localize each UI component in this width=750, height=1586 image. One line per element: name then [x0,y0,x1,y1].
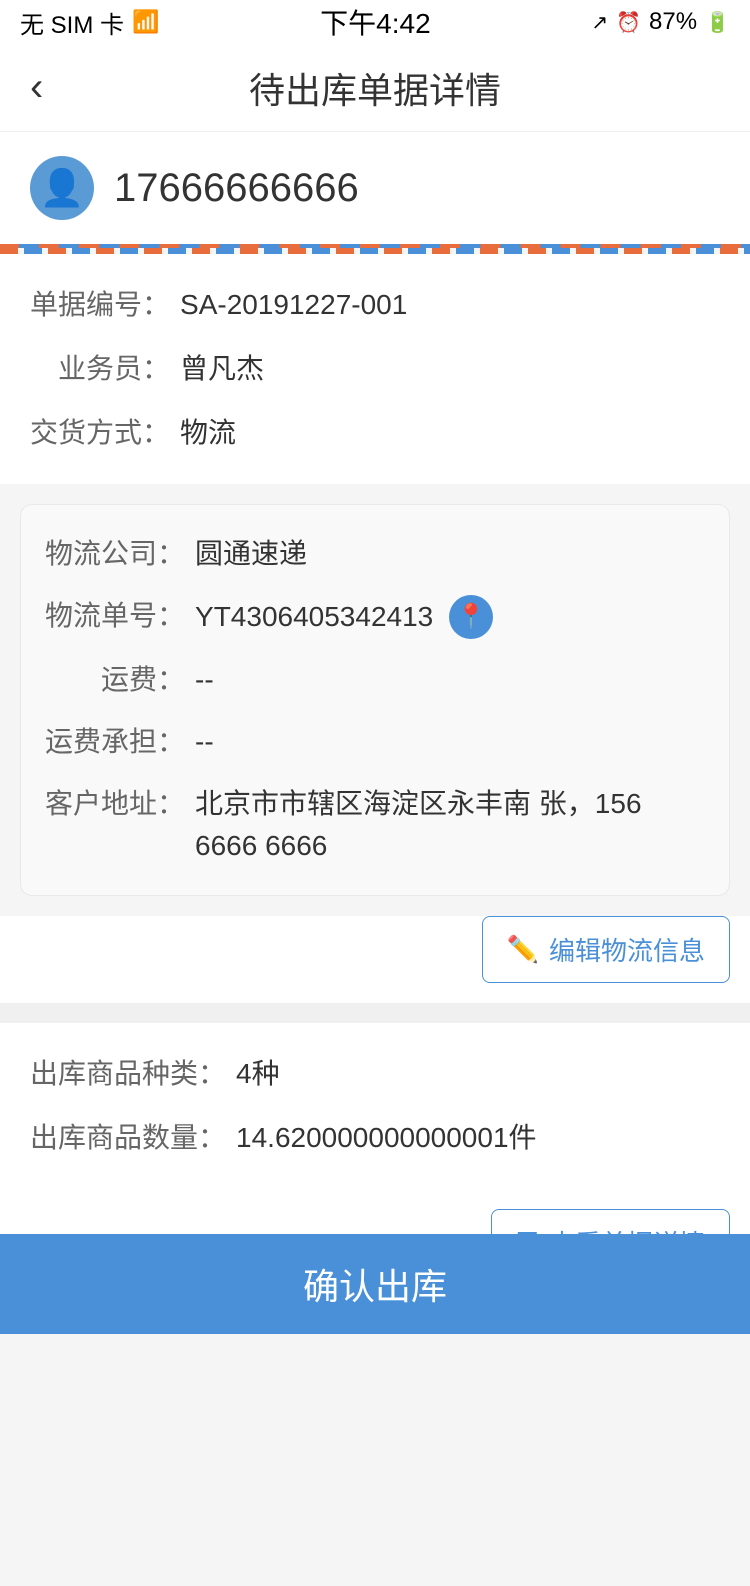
phone-header: 👤 17666666666 [0,132,750,248]
nav-bar: ‹ 待出库单据详情 [0,44,750,132]
document-no-value: SA-20191227-001 [180,284,720,326]
tracking-no-label: 物流单号： [45,595,185,637]
delivery-method-label: 交货方式： [30,412,170,454]
avatar-icon: 👤 [40,167,85,209]
goods-quantity-label: 出库商品数量： [30,1117,226,1159]
section-divider [0,1003,750,1023]
customer-address-label: 客户地址： [45,783,185,825]
document-no-label: 单据编号： [30,284,170,326]
battery-icon: 🔋 [705,10,730,35]
logistics-company-row: 物流公司： 圆通速递 [45,533,705,575]
edit-btn-row: ✏️ 编辑物流信息 [0,916,750,1003]
page-title: 待出库单据详情 [249,62,501,114]
phone-number: 17666666666 [114,166,359,211]
tracking-no-text: YT4306405342413 [195,596,433,638]
tracking-location-button[interactable]: 📍 [449,595,493,639]
status-right: ↗ ⏰ 87% 🔋 [591,8,730,36]
sales-person-row: 业务员： 曾凡杰 [30,348,720,390]
confirm-button[interactable]: 确认出库 [0,1234,750,1334]
logistics-company-label: 物流公司： [45,533,185,575]
location-status-icon: ↗ [591,10,608,35]
delivery-method-row: 交货方式： 物流 [30,412,720,454]
goods-quantity-value: 14.620000000000001件 [236,1117,537,1159]
avatar: 👤 [30,156,94,220]
edit-logistics-button[interactable]: ✏️ 编辑物流信息 [482,916,730,983]
freight-label: 运费： [45,659,185,701]
document-no-row: 单据编号： SA-20191227-001 [30,284,720,326]
goods-quantity-row: 出库商品数量： 14.620000000000001件 [30,1117,720,1159]
sales-person-value: 曾凡杰 [180,348,720,390]
logistics-company-value: 圆通速递 [195,533,705,575]
wifi-icon: 📶 [132,9,159,35]
logistics-card: 物流公司： 圆通速递 物流单号： YT4306405342413 📍 运费： -… [20,504,730,896]
freight-value: -- [195,659,705,701]
delivery-method-value: 物流 [180,412,720,454]
status-left: 无 SIM 卡 📶 [20,5,159,40]
goods-section: 出库商品种类： 4种 出库商品数量： 14.620000000000001件 [0,1023,750,1189]
basic-info-section: 单据编号： SA-20191227-001 业务员： 曾凡杰 交货方式： 物流 [0,254,750,484]
goods-type-row: 出库商品种类： 4种 [30,1053,720,1095]
goods-type-value: 4种 [236,1053,280,1095]
back-button[interactable]: ‹ [30,65,43,110]
status-bar: 无 SIM 卡 📶 下午4:42 ↗ ⏰ 87% 🔋 [0,0,750,44]
customer-address-value: 北京市市辖区海淀区永丰南 张，156 6666 6666 [195,783,705,867]
customer-address-row: 客户地址： 北京市市辖区海淀区永丰南 张，156 6666 6666 [45,783,705,867]
edit-btn-label: 编辑物流信息 [549,931,705,968]
freight-bearer-value: -- [195,721,705,763]
status-time: 下午4:42 [320,2,431,42]
confirm-button-label: 确认出库 [303,1258,447,1310]
location-pin-icon: 📍 [456,599,486,635]
alarm-icon: ⏰ [616,10,641,35]
sim-label: 无 SIM 卡 [20,5,124,40]
tracking-no-row: 物流单号： YT4306405342413 📍 [45,595,705,639]
battery-label: 87% [649,8,697,36]
freight-row: 运费： -- [45,659,705,701]
freight-bearer-label: 运费承担： [45,721,185,763]
tracking-no-value-container: YT4306405342413 📍 [195,595,705,639]
goods-type-label: 出库商品种类： [30,1053,226,1095]
sales-person-label: 业务员： [30,348,170,390]
freight-bearer-row: 运费承担： -- [45,721,705,763]
edit-icon: ✏️ [507,934,539,965]
